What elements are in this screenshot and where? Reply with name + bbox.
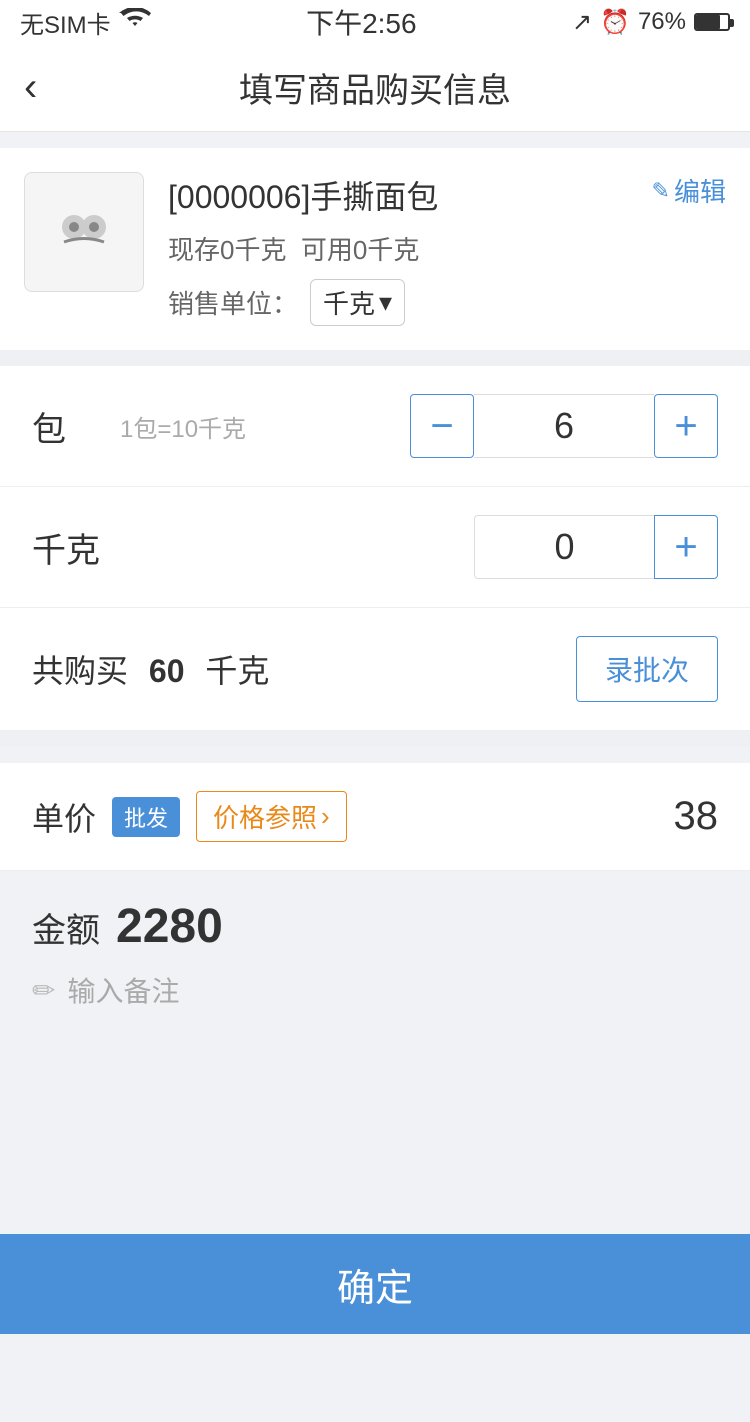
pack-qty-row: 包 1包=10千克 − + bbox=[0, 366, 750, 487]
price-label: 单价 bbox=[32, 794, 96, 840]
price-section: 单价 批发 价格参照 › 38 bbox=[0, 763, 750, 871]
quantity-section: 包 1包=10千克 − + 千克 + 共购买 60 千克 录批次 bbox=[0, 366, 750, 731]
back-button[interactable]: ‹ bbox=[24, 65, 37, 110]
pack-minus-button[interactable]: − bbox=[410, 394, 474, 458]
status-time: 下午2:56 bbox=[306, 2, 417, 42]
location-icon: ↗ bbox=[572, 8, 592, 37]
battery-text: 76% bbox=[638, 8, 686, 36]
pack-qty-input[interactable] bbox=[474, 394, 654, 458]
kg-qty-controls: + bbox=[474, 515, 718, 579]
note-placeholder: 输入备注 bbox=[67, 970, 179, 1010]
nav-bar: ‹ 填写商品购买信息 bbox=[0, 44, 750, 132]
pack-label: 包 bbox=[32, 402, 112, 451]
price-ref-button[interactable]: 价格参照 › bbox=[196, 791, 347, 842]
summary-row: 共购买 60 千克 录批次 bbox=[0, 608, 750, 731]
pencil-icon: ✏ bbox=[32, 974, 55, 1007]
chevron-down-icon: ▾ bbox=[379, 287, 392, 318]
status-right: ↗ ⏰ 76% bbox=[572, 8, 730, 37]
kg-qty-input[interactable] bbox=[474, 515, 654, 579]
unit-select[interactable]: 千克 ▾ bbox=[310, 279, 405, 326]
kg-label: 千克 bbox=[32, 523, 112, 572]
confirm-button[interactable]: 确定 bbox=[0, 1234, 750, 1334]
pack-hint: 1包=10千克 bbox=[120, 409, 410, 444]
pack-qty-controls: − + bbox=[410, 394, 718, 458]
alarm-icon: ⏰ bbox=[600, 8, 630, 37]
chevron-right-icon: › bbox=[321, 801, 330, 832]
status-left: 无SIM卡 bbox=[20, 5, 151, 40]
kg-qty-row: 千克 + bbox=[0, 487, 750, 608]
amount-section: 金额 2280 ✏ 输入备注 bbox=[0, 871, 750, 1022]
product-stock: 现存0千克 可用0千克 bbox=[168, 230, 726, 267]
amount-label: 金额 bbox=[32, 903, 100, 952]
carrier-text: 无SIM卡 bbox=[20, 5, 111, 40]
product-name: [0000006]手撕面包 bbox=[168, 172, 438, 218]
divider-1 bbox=[0, 350, 750, 366]
summary-text: 共购买 60 千克 bbox=[32, 646, 269, 692]
kg-plus-button[interactable]: + bbox=[654, 515, 718, 579]
status-bar: 无SIM卡 下午2:56 ↗ ⏰ 76% bbox=[0, 0, 750, 44]
amount-value: 2280 bbox=[116, 899, 223, 954]
note-row[interactable]: ✏ 输入备注 bbox=[32, 970, 718, 1010]
divider-2 bbox=[0, 731, 750, 747]
product-info: [0000006]手撕面包 ✎ 编辑 现存0千克 可用0千克 销售单位： 千克 … bbox=[168, 172, 726, 326]
batch-button[interactable]: 录批次 bbox=[576, 636, 718, 702]
battery-icon bbox=[694, 13, 730, 31]
price-value: 38 bbox=[674, 794, 719, 839]
product-thumbnail bbox=[24, 172, 144, 292]
pack-plus-button[interactable]: + bbox=[654, 394, 718, 458]
product-card: [0000006]手撕面包 ✎ 编辑 现存0千克 可用0千克 销售单位： 千克 … bbox=[0, 148, 750, 350]
page-title: 填写商品购买信息 bbox=[239, 63, 511, 112]
edit-button[interactable]: ✎ 编辑 bbox=[652, 172, 726, 209]
product-unit-row: 销售单位： 千克 ▾ bbox=[168, 279, 726, 326]
amount-row: 金额 2280 bbox=[32, 899, 718, 954]
price-tag: 批发 bbox=[112, 797, 180, 837]
wifi-icon bbox=[119, 8, 151, 37]
